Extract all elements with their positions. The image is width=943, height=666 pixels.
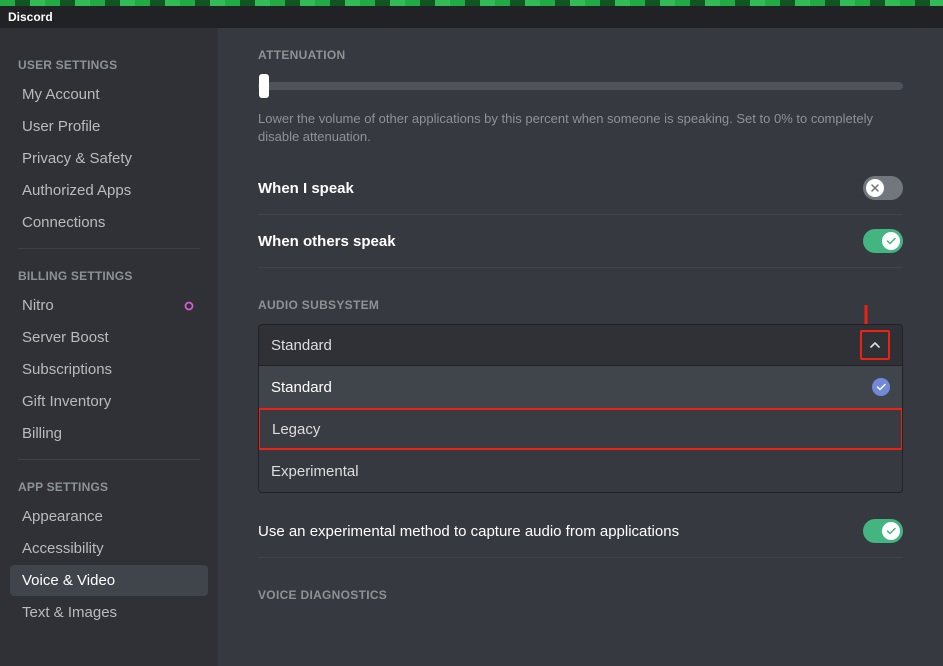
toggle-label: When I speak bbox=[258, 180, 354, 197]
settings-content: ATTENUATION Lower the volume of other ap… bbox=[218, 28, 943, 666]
sidebar-item-gift-inventory[interactable]: Gift Inventory bbox=[10, 386, 208, 417]
toggle-label: When others speak bbox=[258, 233, 396, 250]
sidebar-item-appearance[interactable]: Appearance bbox=[10, 501, 208, 532]
sidebar-item-billing[interactable]: Billing bbox=[10, 418, 208, 449]
toggle-row-when-i-speak: When I speak bbox=[258, 162, 903, 215]
toggle-row-experimental-capture: Use an experimental method to capture au… bbox=[258, 505, 903, 558]
toggle-when-others-speak[interactable] bbox=[863, 229, 903, 253]
toggle-knob bbox=[866, 179, 884, 197]
nitro-badge-icon bbox=[182, 299, 196, 313]
audio-subsystem-header: AUDIO SUBSYSTEM bbox=[258, 298, 903, 312]
audio-subsystem-dropdown: Standard Legacy Experimental bbox=[258, 366, 903, 493]
title-bar: Discord bbox=[0, 6, 943, 28]
sidebar-item-connections[interactable]: Connections bbox=[10, 207, 208, 238]
attenuation-slider[interactable] bbox=[258, 74, 903, 98]
settings-sidebar: USER SETTINGS My Account User Profile Pr… bbox=[0, 28, 218, 666]
toggle-label: Use an experimental method to capture au… bbox=[258, 523, 679, 540]
select-current-value: Standard bbox=[271, 337, 332, 354]
audio-subsystem-select[interactable]: Standard bbox=[258, 324, 903, 366]
toggle-knob bbox=[882, 232, 900, 250]
sidebar-item-accessibility[interactable]: Accessibility bbox=[10, 533, 208, 564]
attenuation-header: ATTENUATION bbox=[258, 48, 903, 62]
sidebar-item-my-account[interactable]: My Account bbox=[10, 79, 208, 110]
toggle-row-when-others-speak: When others speak bbox=[258, 215, 903, 268]
slider-track bbox=[258, 82, 903, 90]
sidebar-item-server-boost[interactable]: Server Boost bbox=[10, 322, 208, 353]
app-title: Discord bbox=[8, 10, 53, 24]
selected-check-icon bbox=[872, 378, 890, 396]
sidebar-item-user-profile[interactable]: User Profile bbox=[10, 111, 208, 142]
option-experimental[interactable]: Experimental bbox=[259, 450, 902, 492]
sidebar-item-privacy-safety[interactable]: Privacy & Safety bbox=[10, 143, 208, 174]
chevron-up-icon[interactable] bbox=[867, 337, 883, 353]
sidebar-item-authorized-apps[interactable]: Authorized Apps bbox=[10, 175, 208, 206]
check-icon bbox=[885, 525, 897, 537]
toggle-when-i-speak[interactable] bbox=[863, 176, 903, 200]
sidebar-header-app-settings: APP SETTINGS bbox=[6, 470, 212, 500]
attenuation-help-text: Lower the volume of other applications b… bbox=[258, 110, 903, 146]
toggle-experimental-capture[interactable] bbox=[863, 519, 903, 543]
sidebar-header-billing-settings: BILLING SETTINGS bbox=[6, 259, 212, 289]
sidebar-item-subscriptions[interactable]: Subscriptions bbox=[10, 354, 208, 385]
sidebar-item-voice-video[interactable]: Voice & Video bbox=[10, 565, 208, 596]
option-legacy[interactable]: Legacy bbox=[258, 408, 903, 450]
check-icon bbox=[885, 235, 897, 247]
slider-thumb[interactable] bbox=[259, 74, 269, 98]
audio-subsystem-chevron-highlight bbox=[860, 330, 890, 360]
voice-diagnostics-header: VOICE DIAGNOSTICS bbox=[258, 588, 903, 602]
sidebar-divider bbox=[18, 248, 200, 249]
sidebar-item-nitro[interactable]: Nitro bbox=[10, 290, 208, 321]
close-icon bbox=[869, 182, 881, 194]
toggle-knob bbox=[882, 522, 900, 540]
option-standard[interactable]: Standard bbox=[259, 366, 902, 408]
sidebar-divider bbox=[18, 459, 200, 460]
sidebar-item-text-images[interactable]: Text & Images bbox=[10, 597, 208, 628]
sidebar-header-user-settings: USER SETTINGS bbox=[6, 48, 212, 78]
